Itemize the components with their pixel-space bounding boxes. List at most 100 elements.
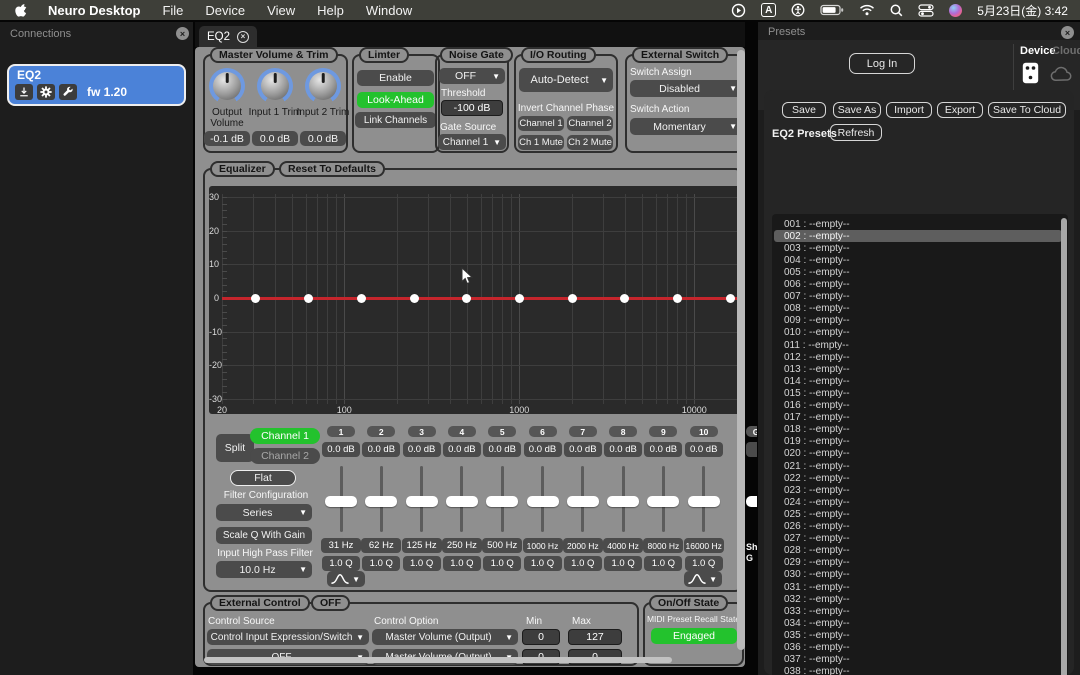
band-gain-value[interactable]: 0.0 dB: [362, 442, 400, 457]
eq-band-dot[interactable]: [304, 294, 313, 303]
band-frequency-value[interactable]: 31 Hz: [321, 538, 361, 553]
switch-action-dropdown[interactable]: Momentary▼: [630, 118, 742, 135]
band-gain-value[interactable]: 0.0 dB: [524, 442, 562, 457]
tab-close-icon[interactable]: ×: [237, 31, 249, 43]
band-q-value[interactable]: 1.0 Q: [564, 556, 602, 571]
eq-band-dot[interactable]: [462, 294, 471, 303]
ch2-mute-button[interactable]: Ch 2 Mute: [567, 135, 613, 150]
band-gain-value[interactable]: 0.0 dB: [483, 442, 521, 457]
save-as-button[interactable]: Save As: [833, 102, 881, 118]
preset-list-item[interactable]: 023 : --empty--: [774, 484, 1062, 496]
preset-list-item[interactable]: 004 : --empty--: [774, 254, 1062, 266]
gate-source-dropdown[interactable]: Channel 1▼: [438, 134, 506, 150]
limiter-link-channels-button[interactable]: Link Channels: [355, 112, 436, 128]
io-routing-mode-dropdown[interactable]: Auto-Detect▼: [519, 68, 613, 92]
channel1-button[interactable]: Channel 1: [250, 428, 320, 444]
preset-list-item[interactable]: 006 : --empty--: [774, 279, 1062, 291]
preset-list-item[interactable]: 003 : --empty--: [774, 242, 1062, 254]
eq-band-dot[interactable]: [251, 294, 260, 303]
threshold-input[interactable]: -100 dB: [441, 100, 503, 116]
input-source-icon[interactable]: A: [761, 3, 776, 17]
input1-trim-value[interactable]: 0.0 dB: [252, 131, 298, 146]
band-gain-value[interactable]: 0.0 dB: [322, 442, 360, 457]
band-slider-handle[interactable]: [406, 496, 438, 507]
limiter-look-ahead-button[interactable]: Look-Ahead: [357, 92, 434, 108]
band-slider-handle[interactable]: [647, 496, 679, 507]
band-slider-handle[interactable]: [486, 496, 518, 507]
partial-band-slider[interactable]: [746, 496, 757, 507]
source-device-label[interactable]: Device: [1020, 45, 1055, 57]
preset-list-item[interactable]: 001 : --empty--: [774, 218, 1062, 230]
preset-list-item[interactable]: 033 : --empty--: [774, 605, 1062, 617]
save-button[interactable]: Save: [782, 102, 826, 118]
tab-eq2[interactable]: EQ2 ×: [199, 26, 257, 47]
switch-assign-dropdown[interactable]: Disabled▼: [630, 80, 742, 97]
output-volume-value[interactable]: -0.1 dB: [204, 131, 250, 146]
connections-close-icon[interactable]: ×: [176, 27, 189, 40]
band-slider-handle[interactable]: [446, 496, 478, 507]
eq-band-dot[interactable]: [568, 294, 577, 303]
editor-vertical-scrollbar[interactable]: [737, 50, 745, 650]
eq-band-dot[interactable]: [726, 294, 735, 303]
band-gain-value[interactable]: 0.0 dB: [644, 442, 682, 457]
siri-icon[interactable]: [949, 4, 962, 17]
save-to-cloud-button[interactable]: Save To Cloud: [988, 102, 1066, 118]
menu-help[interactable]: Help: [317, 3, 344, 18]
band-slider-handle[interactable]: [567, 496, 599, 507]
preset-list-item[interactable]: 015 : --empty--: [774, 387, 1062, 399]
eq-band-dot[interactable]: [620, 294, 629, 303]
band-gain-value[interactable]: 0.0 dB: [564, 442, 602, 457]
cloud-icon[interactable]: [1050, 66, 1074, 82]
preset-list-item[interactable]: 026 : --empty--: [774, 521, 1062, 533]
preset-list-item[interactable]: 028 : --empty--: [774, 545, 1062, 557]
eq-band-dot[interactable]: [410, 294, 419, 303]
log-in-button[interactable]: Log In: [849, 53, 915, 74]
update-firmware-icon[interactable]: [15, 84, 33, 100]
band-frequency-value[interactable]: 2000 Hz: [563, 538, 603, 553]
band-slider-handle[interactable]: [607, 496, 639, 507]
input1-trim-knob[interactable]: [257, 68, 293, 104]
preset-list-item[interactable]: 012 : --empty--: [774, 351, 1062, 363]
band-frequency-value[interactable]: 4000 Hz: [603, 538, 643, 553]
menu-view[interactable]: View: [267, 3, 295, 18]
eq-band-dot[interactable]: [357, 294, 366, 303]
control-source-dropdown-1[interactable]: Control Input Expression/Switch▼: [207, 629, 369, 645]
invert-channel1-button[interactable]: Channel 1: [518, 116, 564, 131]
band-q-value[interactable]: 1.0 Q: [644, 556, 682, 571]
preset-list-item[interactable]: 038 : --empty--: [774, 666, 1062, 675]
preset-list-item[interactable]: 025 : --empty--: [774, 508, 1062, 520]
battery-icon[interactable]: [820, 4, 844, 16]
preset-list-item[interactable]: 030 : --empty--: [774, 569, 1062, 581]
preset-list-item[interactable]: 029 : --empty--: [774, 557, 1062, 569]
preset-list-item[interactable]: 014 : --empty--: [774, 375, 1062, 387]
band-gain-value[interactable]: 0.0 dB: [604, 442, 642, 457]
band-frequency-value[interactable]: 125 Hz: [402, 538, 442, 553]
eq-band-dot[interactable]: [515, 294, 524, 303]
external-control-state-badge[interactable]: OFF: [311, 595, 350, 611]
preset-list-item[interactable]: 009 : --empty--: [774, 315, 1062, 327]
band-q-value[interactable]: 1.0 Q: [322, 556, 360, 571]
ch1-mute-button[interactable]: Ch 1 Mute: [518, 135, 564, 150]
wifi-icon[interactable]: [859, 4, 875, 16]
menu-bar-clock[interactable]: 5月23日(金) 3:42: [977, 2, 1068, 19]
band-frequency-value[interactable]: 62 Hz: [361, 538, 401, 553]
device-settings-gear-icon[interactable]: [37, 84, 55, 100]
band-frequency-value[interactable]: 500 Hz: [482, 538, 522, 553]
input2-trim-value[interactable]: 0.0 dB: [300, 131, 346, 146]
band-q-value[interactable]: 1.0 Q: [483, 556, 521, 571]
playback-icon[interactable]: [731, 3, 746, 18]
band-q-value[interactable]: 1.0 Q: [524, 556, 562, 571]
filter-configuration-dropdown[interactable]: Series▼: [216, 504, 312, 521]
band-gain-value[interactable]: 0.0 dB: [403, 442, 441, 457]
output-volume-knob[interactable]: [209, 68, 245, 104]
presets-close-icon[interactable]: ×: [1061, 26, 1074, 39]
flat-button[interactable]: Flat: [230, 470, 296, 486]
preset-list-item[interactable]: 021 : --empty--: [774, 460, 1062, 472]
band-q-value[interactable]: 1.0 Q: [403, 556, 441, 571]
band-slider-handle[interactable]: [325, 496, 357, 507]
refresh-button[interactable]: Refresh: [830, 124, 882, 141]
preset-list-item[interactable]: 037 : --empty--: [774, 654, 1062, 666]
export-button[interactable]: Export: [937, 102, 983, 118]
preset-list-item[interactable]: 013 : --empty--: [774, 363, 1062, 375]
input2-trim-knob[interactable]: [305, 68, 341, 104]
